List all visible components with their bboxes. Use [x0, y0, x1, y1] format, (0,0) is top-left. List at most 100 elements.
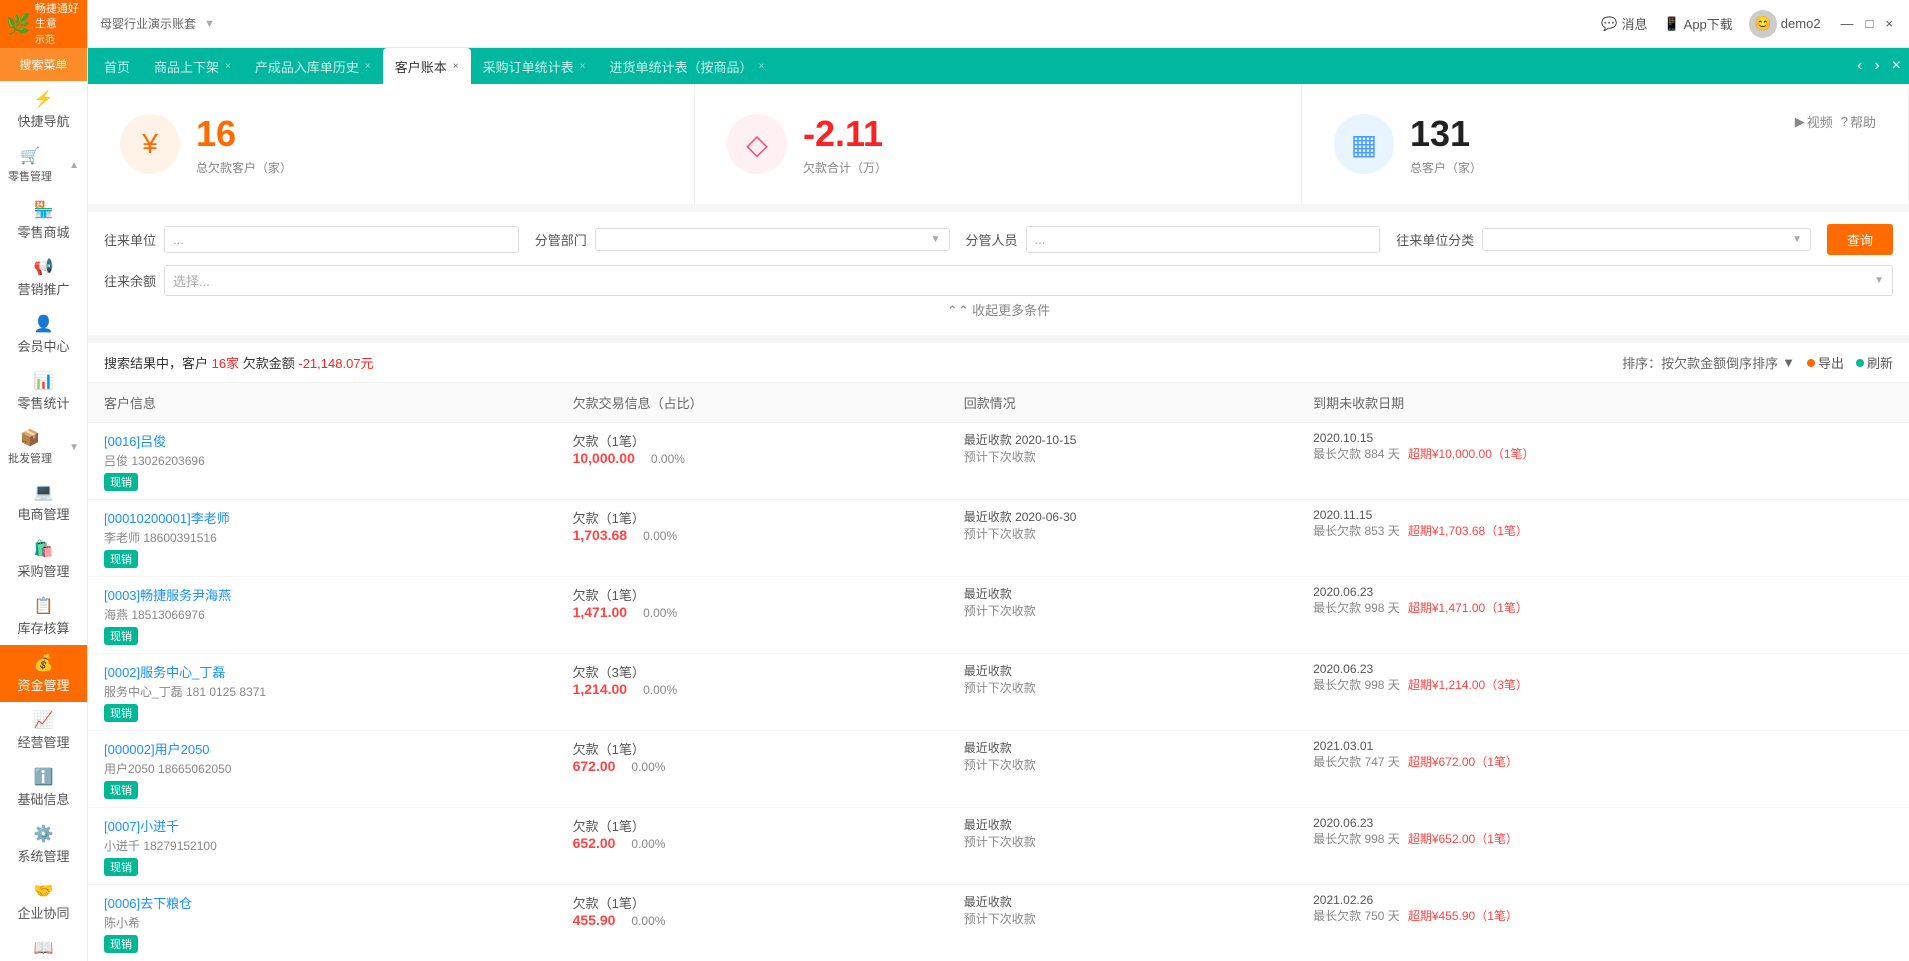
due-overdue-link[interactable]: 超期¥1,471.00（1笔）	[1408, 599, 1528, 616]
phone-icon: 📱	[1663, 16, 1679, 32]
sidebar-item-retail-mgmt[interactable]: 🛒 零售管理 ▲	[0, 138, 87, 192]
customer-name-link[interactable]: [0002]服务中心_丁磊	[104, 662, 541, 681]
tab-prev-btn[interactable]: ‹	[1853, 55, 1866, 77]
window-controls: — □ ×	[1837, 16, 1897, 31]
cell-recovery: 最近收款 2020-06-30 预计下次收款	[948, 500, 1297, 577]
col-customer-info: 客户信息	[88, 383, 557, 423]
tab-inbound-stats[interactable]: 进货单统计表（按商品） ×	[597, 48, 776, 84]
cell-debt-info: 欠款（1笔） 455.90 0.00%	[557, 885, 948, 961]
sidebar-item-basic-info[interactable]: ℹ️ 基础信息	[0, 759, 87, 816]
due-overdue-link[interactable]: 超期¥455.90（1笔）	[1408, 907, 1518, 924]
collapse-label: 收起更多条件	[972, 303, 1050, 318]
search-menu-btn[interactable]: 搜索菜单	[0, 48, 87, 81]
sidebar: 🌿 畅捷通好生意 示范 搜索菜单 ⚡ 快捷导航 🛒 零售管理 ▲ 🏪 零售商城 …	[0, 0, 88, 961]
recovery-latest: 最近收款	[964, 585, 1281, 602]
due-overdue-link[interactable]: 超期¥1,214.00（3笔）	[1408, 676, 1528, 693]
tab-close-all-btn[interactable]: ×	[1888, 55, 1905, 77]
sidebar-item-ops-mgmt[interactable]: 📈 经营管理	[0, 702, 87, 759]
collapse-btn[interactable]: ⌃⌃ 收起更多条件	[104, 296, 1893, 323]
due-overdue-link[interactable]: 超期¥1,703.68（1笔）	[1408, 522, 1528, 539]
dept-select[interactable]: ▼	[595, 228, 950, 251]
message-btn[interactable]: 💬 消息	[1601, 14, 1647, 33]
sidebar-item-enterprise-collab[interactable]: 🤝 企业协同	[0, 873, 87, 930]
recovery-latest: 最近收款 2020-06-30	[964, 508, 1281, 525]
topbar-right: 💬 消息 📱 App下载 😊 demo2 — □ ×	[1601, 10, 1897, 38]
topbar-left: 母婴行业演示账套 ▼	[100, 15, 215, 32]
unit-category-select[interactable]: ▼	[1482, 228, 1811, 251]
cell-due-date: 2021.03.01 最长欠款 747 天 超期¥672.00（1笔）	[1297, 731, 1909, 808]
stat-card-overdue-customers: ¥ 16 总欠款客户（家）	[88, 84, 695, 204]
customer-name-link[interactable]: [0006]去下粮仓	[104, 893, 541, 912]
stat-card-total-customers: ▦ 131 总客户（家） ▶ 视频 ? 帮助	[1302, 84, 1909, 204]
debt-percent: 0.00%	[631, 837, 665, 851]
manager-input[interactable]: ...	[1026, 226, 1381, 253]
debt-amount: -21,148.07元	[298, 356, 373, 371]
tab-home[interactable]: 首页	[92, 48, 142, 84]
balance-select[interactable]: 选择... ▼	[164, 265, 1893, 296]
retail-mall-icon: 🏪	[34, 200, 54, 220]
due-overdue-link[interactable]: 超期¥10,000.00（1笔）	[1408, 445, 1535, 462]
message-label: 消息	[1621, 14, 1647, 33]
app-download-btn[interactable]: 📱 App下载	[1663, 14, 1732, 33]
tab-production[interactable]: 产成品入库单历史 ×	[243, 48, 383, 84]
overdue-amount-icon: ◇	[727, 114, 787, 174]
due-days: 最长欠款 998 天	[1313, 830, 1400, 847]
customer-name-link[interactable]: [0003]畅捷服务尹海燕	[104, 585, 541, 604]
sidebar-item-inventory[interactable]: 📋 库存核算	[0, 588, 87, 645]
tab-label: 进货单统计表（按商品）	[609, 57, 752, 76]
sidebar-item-retail-mall[interactable]: 🏪 零售商城	[0, 192, 87, 249]
sidebar-item-purchase-mgmt[interactable]: 🛍️ 采购管理	[0, 531, 87, 588]
sidebar-item-finance[interactable]: 💰 资金管理	[0, 645, 87, 702]
tab-next-btn[interactable]: ›	[1870, 55, 1883, 77]
due-date: 2020.10.15	[1313, 431, 1893, 445]
sidebar-item-system-mgmt[interactable]: ⚙️ 系统管理	[0, 816, 87, 873]
due-overdue-link[interactable]: 超期¥672.00（1笔）	[1408, 753, 1518, 770]
sidebar-item-ecommerce[interactable]: 💻 电商管理	[0, 474, 87, 531]
cell-debt-info: 欠款（1笔） 652.00 0.00%	[557, 808, 948, 885]
tab-purchase-order[interactable]: 采购订单统计表 ×	[471, 48, 598, 84]
user-profile-btn[interactable]: 😊 demo2	[1749, 10, 1821, 38]
close-icon[interactable]: ×	[1881, 16, 1897, 31]
customer-name-link[interactable]: [00010200001]李老师	[104, 508, 541, 527]
due-date: 2021.03.01	[1313, 739, 1893, 753]
debt-count: 欠款（1笔）	[573, 893, 932, 912]
tab-close-icon[interactable]: ×	[580, 61, 586, 72]
due-date: 2020.11.15	[1313, 508, 1893, 522]
tab-products[interactable]: 商品上下架 ×	[142, 48, 243, 84]
video-help-btn[interactable]: ▶ 视频	[1795, 112, 1833, 131]
customer-tag: 现销	[104, 704, 138, 722]
sidebar-item-batch-mgmt[interactable]: 📦 批发管理 ▼	[0, 420, 87, 474]
due-date: 2021.02.26	[1313, 893, 1893, 907]
maximize-icon[interactable]: □	[1862, 16, 1878, 31]
industry-label: 母婴行业演示账套	[100, 15, 196, 32]
tab-close-icon[interactable]: ×	[758, 61, 764, 72]
system-icon: ⚙️	[34, 824, 54, 844]
sidebar-item-label: 资金管理	[17, 675, 69, 694]
sidebar-item-retail-stats[interactable]: 📊 零售统计	[0, 363, 87, 420]
due-days: 最长欠款 998 天	[1313, 676, 1400, 693]
debt-count: 欠款（1笔）	[573, 816, 932, 835]
sort-btn[interactable]: 排序：按欠款金额倒序排序 ▼	[1622, 353, 1795, 372]
recovery-next: 预计下次收款	[964, 602, 1281, 619]
minimize-icon[interactable]: —	[1837, 16, 1858, 31]
search-button[interactable]: 查询	[1827, 224, 1893, 255]
help-btn[interactable]: ? 帮助	[1841, 112, 1876, 131]
sidebar-item-member-center[interactable]: 👤 会员中心	[0, 306, 87, 363]
from-unit-input[interactable]: ...	[164, 226, 519, 253]
sidebar-item-quick-nav[interactable]: ⚡ 快捷导航	[0, 81, 87, 138]
export-btn[interactable]: 导出	[1807, 353, 1844, 372]
tab-close-icon[interactable]: ×	[453, 61, 459, 72]
tab-customer-account[interactable]: 客户账本 ×	[383, 48, 471, 84]
customer-name-link[interactable]: [0016]吕俊	[104, 431, 541, 450]
tab-close-icon[interactable]: ×	[365, 61, 371, 72]
tab-close-icon[interactable]: ×	[225, 61, 231, 72]
customer-name-link[interactable]: [000002]用户2050	[104, 739, 541, 758]
overdue-customers-value: 16	[196, 113, 292, 155]
sidebar-item-new-guide[interactable]: 📖 新手引导	[0, 930, 87, 961]
due-days: 最长欠款 884 天	[1313, 445, 1400, 462]
due-overdue-link[interactable]: 超期¥652.00（1笔）	[1408, 830, 1518, 847]
customer-name-link[interactable]: [0007]小迸千	[104, 816, 541, 835]
sidebar-item-marketing[interactable]: 📢 营销推广	[0, 249, 87, 306]
cell-customer-info: [000002]用户2050 用户2050 18665062050 现销	[88, 731, 557, 808]
refresh-btn[interactable]: 刷新	[1856, 353, 1893, 372]
